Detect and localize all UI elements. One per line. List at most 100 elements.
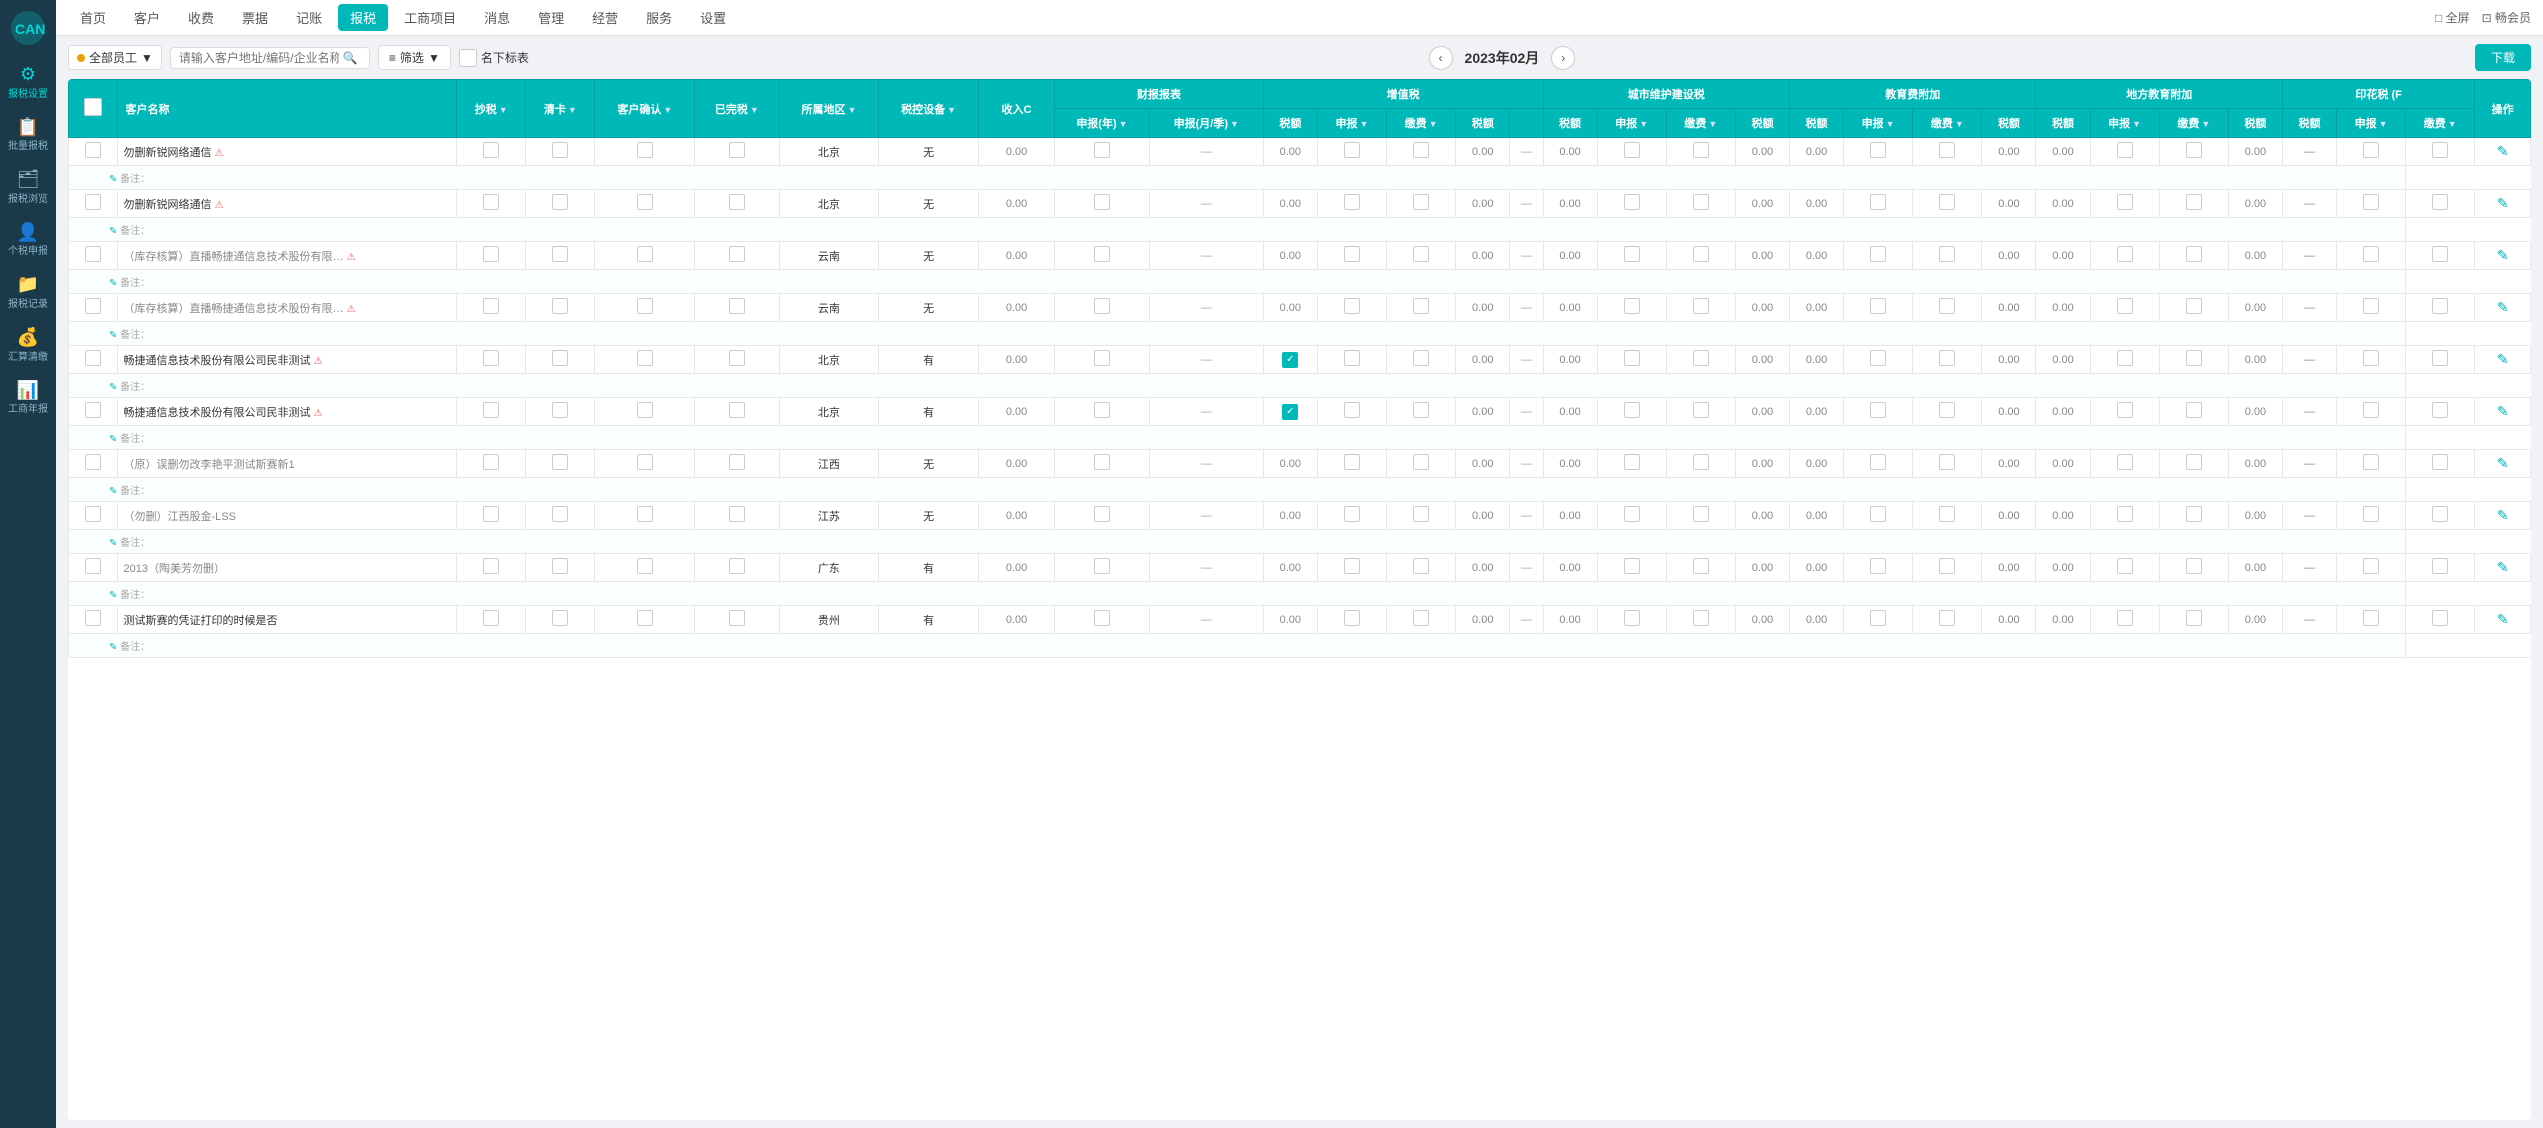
edit-icon[interactable]: ✎ (2497, 507, 2509, 523)
colgroup-city: 城市维护建设税 (1543, 80, 1789, 109)
remark-row: ✎ 备注： (69, 270, 2531, 294)
search-box[interactable]: 🔍 (170, 47, 370, 69)
colgroup-vat: 增值税 (1263, 80, 1543, 109)
content-area: 全部员工 ▼ 🔍 ≡ 筛选 ▼ 名下标表 ‹ 2023年02月 › 下载 (56, 36, 2543, 1128)
col-stamp-tax: 税额 (2282, 109, 2336, 138)
dropdown-arrow: ▼ (141, 51, 153, 65)
edit-icon[interactable]: ✎ (2497, 455, 2509, 471)
sidebar: CANI ⚙ 报税设置 📋 批量报税 🗂 报税浏览 👤 个税申报 📁 报税记录 … (0, 0, 56, 1128)
table-container[interactable]: 客户名称 抄税▼ 清卡▼ 客户确认▼ 已完税▼ 所属地区▼ 税控设备▼ 收入C … (68, 79, 2531, 1120)
client-name: 2013（陶美芳勿删） (117, 554, 457, 582)
pencil-icon: ✎ (109, 590, 117, 601)
edit-icon[interactable]: ✎ (2497, 143, 2509, 159)
action-cell[interactable]: ✎ (2475, 606, 2531, 634)
nav-message[interactable]: 消息 (472, 4, 522, 31)
tax-record-icon: 📁 (17, 274, 39, 296)
table-row: 勿删新锐网络通信 ⚠北京无0.00—0.000.00—0.000.000.000… (69, 138, 2531, 166)
remark-row: ✎ 备注： (69, 634, 2531, 658)
client-name: （勿删）江西股金-LSS (117, 502, 457, 530)
pencil-icon: ✎ (109, 278, 117, 289)
col-local-tax: 税额 (2036, 109, 2090, 138)
next-month-button[interactable]: › (1551, 46, 1575, 70)
action-cell[interactable]: ✎ (2475, 554, 2531, 582)
edit-icon[interactable]: ✎ (2497, 247, 2509, 263)
warning-icon: ⚠ (347, 252, 356, 263)
toolbar: 全部员工 ▼ 🔍 ≡ 筛选 ▼ 名下标表 ‹ 2023年02月 › 下载 (68, 44, 2531, 71)
nav-home[interactable]: 首页 (68, 4, 118, 31)
col-city-tax: 税额 (1543, 109, 1597, 138)
nav-operate[interactable]: 经营 (580, 4, 630, 31)
client-name: （原）误删勿改李艳平测试斯赛新1 (117, 450, 457, 478)
prev-month-button[interactable]: ‹ (1429, 46, 1453, 70)
topnav: 首页 客户 收费 票据 记账 报税 工商项目 消息 管理 经营 服务 设置 □ … (56, 0, 2543, 36)
named-label-check[interactable] (459, 49, 477, 67)
remark-row: ✎ 备注： (69, 322, 2531, 346)
edit-icon[interactable]: ✎ (2497, 351, 2509, 367)
nav-service[interactable]: 服务 (634, 4, 684, 31)
remark-row: ✎ 备注： (69, 218, 2531, 242)
tax-view-icon: 🗂 (17, 169, 40, 191)
search-icon: 🔍 (343, 51, 358, 65)
action-cell[interactable]: ✎ (2475, 242, 2531, 270)
nav-client[interactable]: 客户 (122, 4, 172, 31)
nav-tax[interactable]: 报税 (338, 4, 388, 31)
action-cell[interactable]: ✎ (2475, 138, 2531, 166)
col-region: 所属地区▼ (779, 80, 879, 138)
edit-icon[interactable]: ✎ (2497, 299, 2509, 315)
filter-button[interactable]: ≡ 筛选 ▼ (378, 45, 451, 70)
warning-icon: ⚠ (215, 148, 224, 159)
nav-settings[interactable]: 设置 (688, 4, 738, 31)
table-row: 畅捷通信息技术股份有限公司民非测试 ⚠北京有0.00—✓0.00—0.000.0… (69, 398, 2531, 426)
nav-collect[interactable]: 收费 (176, 4, 226, 31)
client-name: （库存核算）直播畅捷通信息技术股份有限… ⚠ (117, 294, 457, 322)
col-city-tax2: 税额 (1735, 109, 1789, 138)
fullscreen-btn[interactable]: □ 全屏 (2435, 9, 2470, 26)
svg-text:CANI: CANI (15, 21, 46, 37)
pencil-icon: ✎ (109, 226, 117, 237)
nav-invoice[interactable]: 票据 (230, 4, 280, 31)
edit-icon[interactable]: ✎ (2497, 403, 2509, 419)
client-name: （库存核算）直播畅捷通信息技术股份有限… ⚠ (117, 242, 457, 270)
edit-icon[interactable]: ✎ (2497, 195, 2509, 211)
remark-row: ✎ 备注： (69, 530, 2531, 554)
sidebar-item-annual-report[interactable]: 📊 工商年报 (0, 372, 56, 425)
month-label: 2023年02月 (1465, 48, 1540, 68)
nav-manage[interactable]: 管理 (526, 4, 576, 31)
action-cell[interactable]: ✎ (2475, 398, 2531, 426)
nav-industry[interactable]: 工商项目 (392, 4, 468, 31)
named-label-checkbox[interactable]: 名下标表 (459, 49, 529, 67)
col-vat-tax: 税额 (1263, 109, 1317, 138)
edit-icon[interactable]: ✎ (2497, 559, 2509, 575)
col-stamp-pay: 缴费▼ (2406, 109, 2475, 138)
action-cell[interactable]: ✎ (2475, 450, 2531, 478)
remark-row: ✎ 备注： (69, 374, 2531, 398)
warning-icon: ⚠ (347, 304, 356, 315)
employee-filter[interactable]: 全部员工 ▼ (68, 45, 162, 70)
sidebar-item-remittance[interactable]: 💰 汇算清缴 (0, 319, 56, 372)
remark-row: ✎ 备注： (69, 478, 2531, 502)
col-chaosui: 抄税▼ (457, 80, 526, 138)
remark-row: ✎ 备注： (69, 426, 2531, 450)
col-taxdevice: 税控设备▼ (879, 80, 979, 138)
col-edu-pay: 缴费▼ (1913, 109, 1982, 138)
sidebar-item-individual-tax[interactable]: 👤 个税申报 (0, 214, 56, 267)
edit-icon[interactable]: ✎ (2497, 611, 2509, 627)
member-btn[interactable]: ⊡ 畅会员 (2482, 9, 2531, 26)
sidebar-item-tax-view[interactable]: 🗂 报税浏览 (0, 161, 56, 214)
table-row: 勿删新锐网络通信 ⚠北京无0.00—0.000.00—0.000.000.000… (69, 190, 2531, 218)
sidebar-item-tax-settings[interactable]: ⚙ 报税设置 (0, 56, 56, 109)
client-name: 畅捷通信息技术股份有限公司民非测试 ⚠ (117, 346, 457, 374)
sidebar-item-batch-tax[interactable]: 📋 批量报税 (0, 109, 56, 162)
search-input[interactable] (179, 51, 339, 65)
action-cell[interactable]: ✎ (2475, 190, 2531, 218)
action-cell[interactable]: ✎ (2475, 502, 2531, 530)
select-all-checkbox[interactable] (84, 98, 102, 116)
download-button[interactable]: 下载 (2475, 44, 2531, 71)
table-row: （勿删）江西股金-LSS江苏无0.00—0.000.00—0.000.000.0… (69, 502, 2531, 530)
filter-icon: ≡ (389, 51, 396, 65)
action-cell[interactable]: ✎ (2475, 346, 2531, 374)
sidebar-item-tax-record[interactable]: 📁 报税记录 (0, 266, 56, 319)
nav-accounting[interactable]: 记账 (284, 4, 334, 31)
client-name: 测试斯赛的凭证打印的时候是否 (117, 606, 457, 634)
action-cell[interactable]: ✎ (2475, 294, 2531, 322)
